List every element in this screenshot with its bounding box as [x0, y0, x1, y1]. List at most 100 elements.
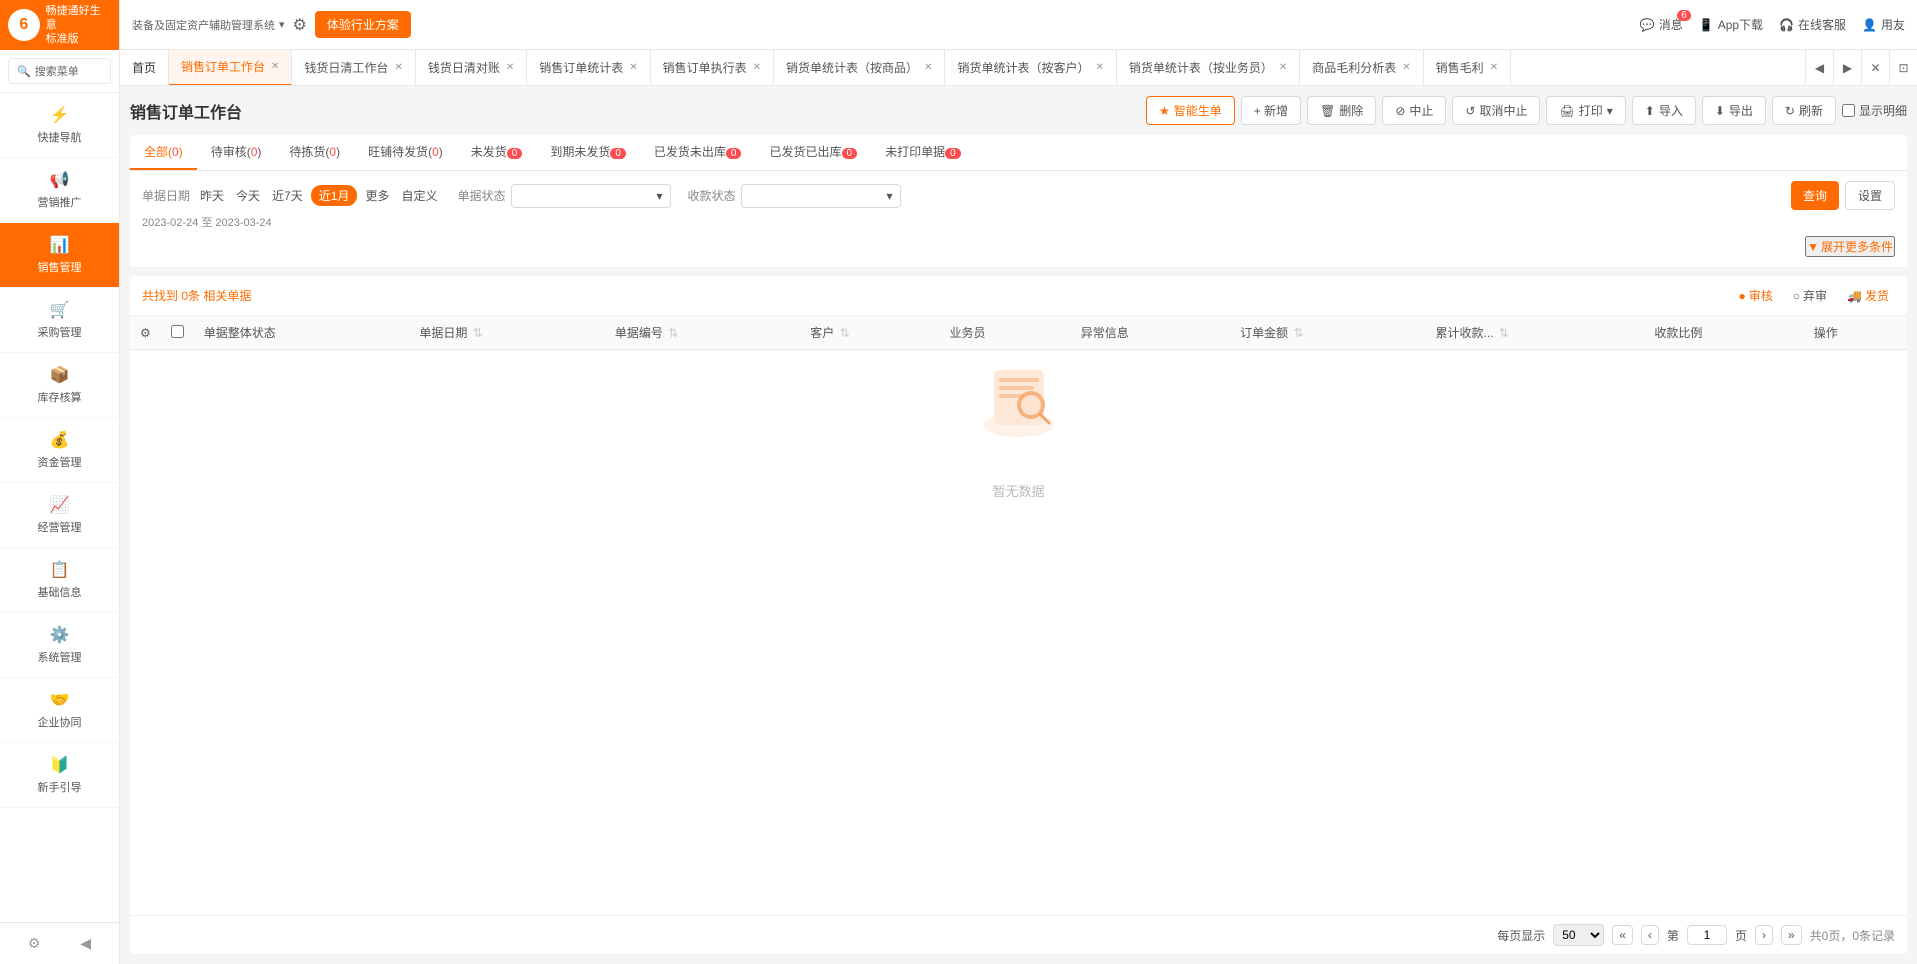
topbar-settings-icon[interactable]: ⚙: [293, 15, 307, 35]
collapse-sidebar-button[interactable]: ◀: [76, 931, 95, 956]
tab-expand-button[interactable]: ⊡: [1889, 50, 1917, 86]
next-page-button[interactable]: ›: [1755, 925, 1773, 945]
per-page-select[interactable]: 10 20 50 100: [1553, 924, 1604, 946]
industry-solution-button[interactable]: 体验行业方案: [315, 11, 411, 38]
tab-close-all-button[interactable]: ✕: [1861, 50, 1889, 86]
page-input[interactable]: [1687, 925, 1727, 945]
settings-icon-button[interactable]: ⚙: [24, 931, 45, 956]
sidebar-item-inventory[interactable]: 📦 库存核算: [0, 353, 119, 418]
sidebar-item-shortcut[interactable]: ⚡ 快捷导航: [0, 93, 119, 158]
tab-next-button[interactable]: ▶: [1833, 50, 1861, 86]
sidebar-item-purchase[interactable]: 🛒 采购管理: [0, 288, 119, 353]
col-amount[interactable]: 订单金额 ⇅: [1230, 316, 1425, 350]
date-more-btn[interactable]: 更多: [361, 185, 393, 206]
date-today-btn[interactable]: 今天: [232, 185, 264, 206]
tab-cash-daily[interactable]: 钱货日清工作台 ✕: [292, 50, 415, 86]
tab-home[interactable]: 首页: [120, 50, 169, 86]
sub-tab-shipped-not-out[interactable]: 已发货未出库0: [640, 135, 756, 170]
app-download-button[interactable]: 📱 App下载: [1699, 16, 1763, 33]
sidebar-item-enterprise[interactable]: 🤝 企业协同: [0, 678, 119, 743]
col-checkbox[interactable]: [161, 316, 194, 350]
sidebar-item-marketing[interactable]: 📢 营销推广: [0, 158, 119, 223]
sub-tab-pending-inspect[interactable]: 待拣货(0): [275, 135, 354, 170]
tab-cash-reconcile[interactable]: 钱货日清对账 ✕: [416, 50, 527, 86]
system-title[interactable]: 装备及固定资产辅助管理系统 ▾: [132, 17, 285, 33]
filter-settings-button[interactable]: 设置: [1845, 181, 1895, 210]
tab-close-icon[interactable]: ✕: [753, 62, 761, 73]
tab-prev-button[interactable]: ◀: [1805, 50, 1833, 86]
delete-button[interactable]: 🗑 删除: [1307, 96, 1376, 125]
sidebar-item-operation[interactable]: 📈 经营管理: [0, 483, 119, 548]
sidebar-item-sales[interactable]: 📊 销售管理: [0, 223, 119, 288]
tab-sales-extra[interactable]: 销售毛利 ✕: [1424, 50, 1511, 86]
tab-close-icon[interactable]: ✕: [506, 62, 514, 73]
select-all-checkbox[interactable]: [171, 325, 184, 338]
tab-close-icon[interactable]: ✕: [924, 62, 932, 73]
tab-sale-stats-product[interactable]: 销货单统计表（按商品） ✕: [774, 50, 945, 86]
smart-order-button[interactable]: ★ 智能生单: [1146, 96, 1235, 125]
col-number[interactable]: 单据编号 ⇅: [605, 316, 800, 350]
tab-gross-profit[interactable]: 商品毛利分析表 ✕: [1300, 50, 1423, 86]
tab-close-icon[interactable]: ✕: [271, 61, 279, 72]
status-select[interactable]: ▾: [511, 184, 671, 208]
expand-filter-button[interactable]: ▼ 展开更多条件: [1805, 236, 1895, 257]
col-customer[interactable]: 客户 ⇅: [800, 316, 939, 350]
last-page-button[interactable]: »: [1781, 925, 1802, 945]
date-1month-btn[interactable]: 近1月: [311, 185, 358, 206]
import-button[interactable]: ⬆ 导入: [1632, 96, 1696, 125]
guide-icon: 🔰: [50, 755, 70, 775]
review-button[interactable]: ● 审核: [1733, 284, 1779, 307]
sidebar-item-guide[interactable]: 🔰 新手引导: [0, 743, 119, 808]
search-button[interactable]: 查询: [1791, 181, 1839, 210]
search-menu-button[interactable]: 🔍 搜索菜单: [8, 58, 111, 84]
user-avatar-button[interactable]: 👤 用友: [1862, 16, 1905, 33]
date-custom-btn[interactable]: 自定义: [397, 185, 441, 206]
tab-order-exec[interactable]: 销售订单执行表 ✕: [651, 50, 774, 86]
tab-close-icon[interactable]: ✕: [1095, 62, 1103, 73]
stop-button[interactable]: ⊘ 中止: [1382, 96, 1446, 125]
payment-select[interactable]: ▾: [741, 184, 901, 208]
tab-order-stats[interactable]: 销售订单统计表 ✕: [527, 50, 650, 86]
tab-sales-order[interactable]: 销售订单工作台 ✕: [169, 50, 292, 86]
sort-icon: ⇅: [473, 326, 483, 340]
tab-close-icon[interactable]: ✕: [394, 62, 402, 73]
tab-close-icon[interactable]: ✕: [1279, 62, 1287, 73]
show-detail-input[interactable]: [1842, 104, 1855, 117]
show-detail-checkbox[interactable]: 显示明细: [1842, 102, 1907, 119]
pagination-total: 共0页，0条记录: [1810, 927, 1895, 944]
sub-tab-all[interactable]: 全部(0): [130, 135, 197, 170]
sub-tab-not-shipped[interactable]: 未发货0: [457, 135, 537, 170]
col-date[interactable]: 单据日期 ⇅: [409, 316, 604, 350]
sidebar-item-basic[interactable]: 📋 基础信息: [0, 548, 119, 613]
new-order-button[interactable]: + 新增: [1241, 96, 1301, 125]
print-button[interactable]: 🖨 打印 ▾: [1546, 96, 1625, 125]
online-service-button[interactable]: 🎧 在线客服: [1779, 16, 1846, 33]
tab-sale-stats-customer[interactable]: 销货单统计表（按客户） ✕: [945, 50, 1116, 86]
export-button[interactable]: ⬇ 导出: [1702, 96, 1766, 125]
message-button[interactable]: 💬 消息 6: [1640, 16, 1683, 33]
col-collected[interactable]: 累计收款... ⇅: [1426, 316, 1645, 350]
refresh-button[interactable]: ↻ 刷新: [1772, 96, 1836, 125]
sidebar-item-finance[interactable]: 💰 资金管理: [0, 418, 119, 483]
ship-button[interactable]: 🚚 发货: [1841, 284, 1895, 307]
tab-sale-stats-salesman[interactable]: 销货单统计表（按业务员） ✕: [1117, 50, 1300, 86]
tab-close-icon[interactable]: ✕: [1490, 62, 1498, 73]
date-yesterday-btn[interactable]: 昨天: [196, 185, 228, 206]
sub-tab-pending-review[interactable]: 待审核(0): [197, 135, 276, 170]
sub-tab-not-printed[interactable]: 未打印单据0: [871, 135, 975, 170]
prev-page-button[interactable]: ‹: [1641, 925, 1659, 945]
sub-tab-wangpu[interactable]: 旺铺待发货(0): [354, 135, 457, 170]
tab-label: 销货单统计表（按客户）: [957, 59, 1089, 76]
sub-tab-expired-not-shipped[interactable]: 到期未发货0: [536, 135, 640, 170]
first-page-button[interactable]: «: [1612, 925, 1633, 945]
message-icon: 💬: [1640, 18, 1655, 32]
tab-close-icon[interactable]: ✕: [1402, 62, 1410, 73]
sidebar-item-system[interactable]: ⚙️ 系统管理: [0, 613, 119, 678]
table-scroll[interactable]: ⚙ 单据整体状态 单据日期 ⇅ 单据编号 ⇅: [130, 316, 1907, 915]
date-7days-btn[interactable]: 近7天: [268, 185, 307, 206]
tab-close-icon[interactable]: ✕: [629, 62, 637, 73]
cancel-stop-button[interactable]: ↺ 取消中止: [1452, 96, 1540, 125]
unreviewed-button[interactable]: ○ 弃审: [1787, 284, 1833, 307]
sub-tab-shipped-out[interactable]: 已发货已出库0: [755, 135, 871, 170]
col-settings[interactable]: ⚙: [130, 316, 161, 350]
